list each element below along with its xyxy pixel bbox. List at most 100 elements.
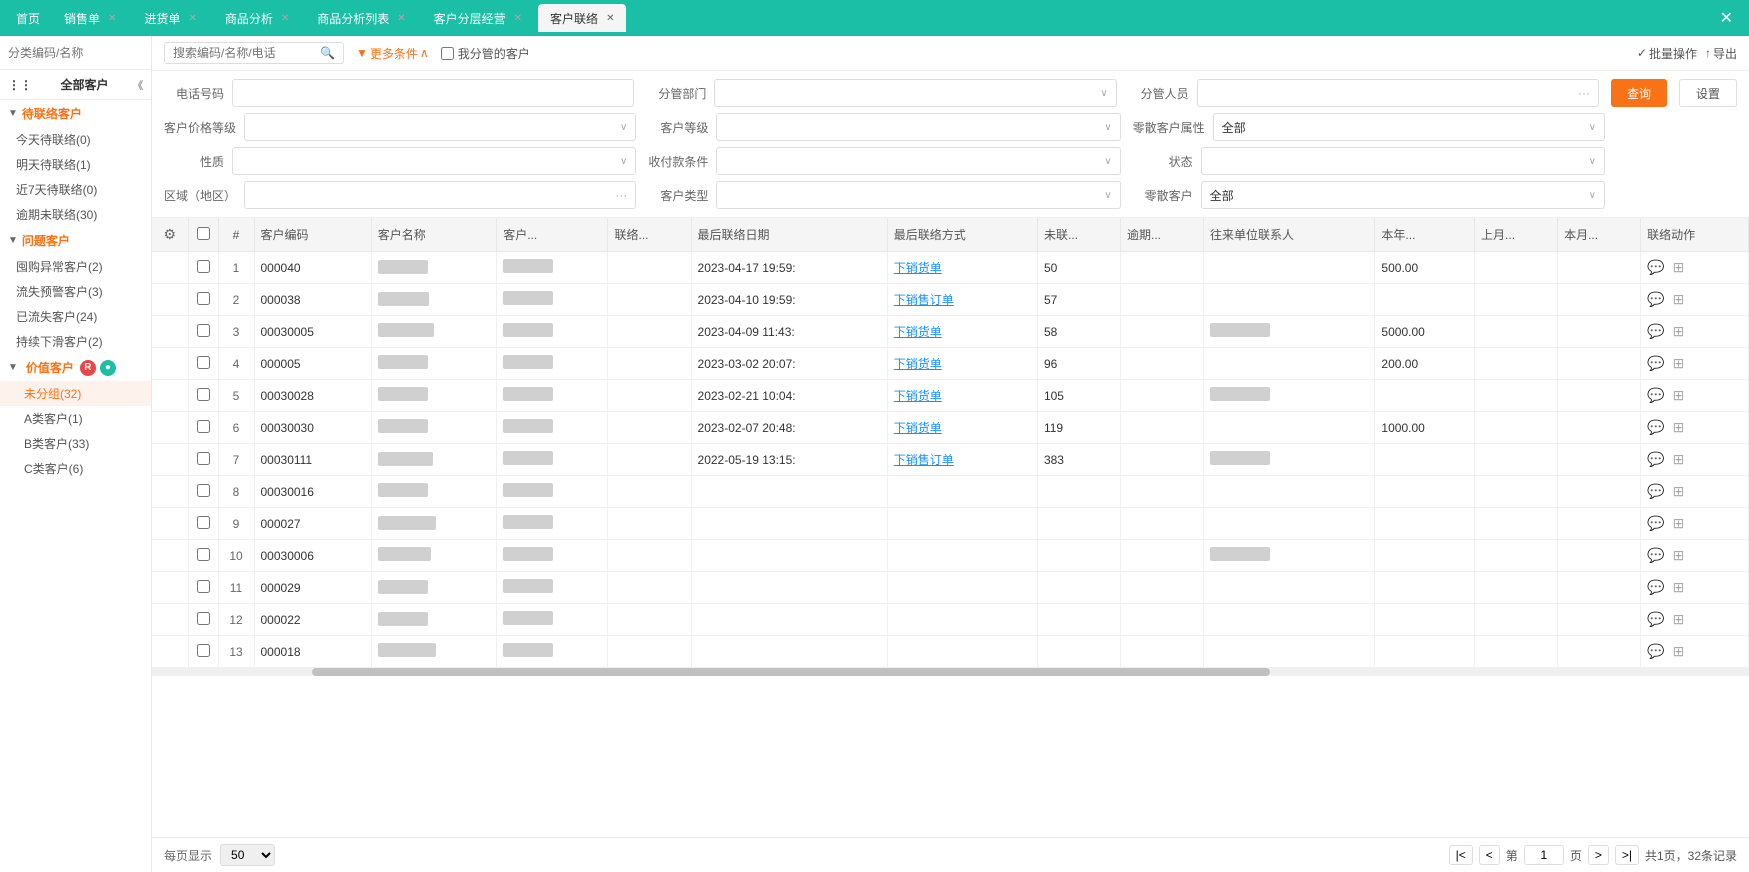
row-checkbox[interactable] (188, 284, 218, 316)
scattered-attr-select[interactable]: 全部 ∨ (1213, 113, 1605, 141)
row-checkbox[interactable] (188, 316, 218, 348)
sidebar-item-ungrouped[interactable]: 未分组(32) (0, 381, 151, 406)
phone-input[interactable] (232, 79, 634, 107)
sidebar-item-lost[interactable]: 已流失客户(24) (0, 304, 151, 329)
person-select[interactable]: ··· (1197, 79, 1599, 107)
sidebar-item-class-c[interactable]: C类客户(6) (0, 456, 151, 481)
my-customers-check[interactable] (441, 47, 454, 60)
row-checkbox[interactable] (188, 412, 218, 444)
grid-action-icon[interactable]: ⊞ (1673, 483, 1685, 500)
row-last-contact-method[interactable] (887, 604, 1037, 636)
close-contact-tab[interactable]: ✕ (606, 13, 614, 24)
tab-customer-contact[interactable]: 客户联络 ✕ (538, 4, 626, 32)
row-select-checkbox[interactable] (197, 612, 210, 625)
row-select-checkbox[interactable] (197, 452, 210, 465)
grid-action-icon[interactable]: ⊞ (1673, 611, 1685, 628)
row-select-checkbox[interactable] (197, 484, 210, 497)
row-last-contact-method[interactable]: 下销货单 (887, 412, 1037, 444)
th-last-contact-method[interactable]: 最后联络方式 (887, 218, 1037, 252)
tab-product-list[interactable]: 商品分析列表 ✕ (305, 4, 417, 32)
sidebar-item-overdue[interactable]: 逾期未联络(30) (0, 202, 151, 227)
sidebar-group-pending[interactable]: ▼ 待联络客户 (0, 100, 151, 127)
sidebar-item-7days[interactable]: 近7天待联络(0) (0, 177, 151, 202)
prev-page-button[interactable]: < (1479, 845, 1500, 865)
grid-action-icon[interactable]: ⊞ (1673, 643, 1685, 660)
chat-icon[interactable]: 💬 (1647, 419, 1664, 436)
row-last-contact-method[interactable] (887, 636, 1037, 668)
customer-level-select[interactable]: ∨ (716, 113, 1120, 141)
chat-icon[interactable]: 💬 (1647, 579, 1664, 596)
row-last-contact-method[interactable] (887, 476, 1037, 508)
chat-icon[interactable]: 💬 (1647, 643, 1664, 660)
row-select-checkbox[interactable] (197, 260, 210, 273)
row-select-checkbox[interactable] (197, 644, 210, 657)
th-this-year[interactable]: 本年... (1375, 218, 1475, 252)
query-button[interactable]: 查询 (1611, 79, 1667, 107)
row-select-checkbox[interactable] (197, 516, 210, 529)
page-number-input[interactable] (1524, 845, 1564, 865)
row-last-contact-method[interactable]: 下销售订单 (887, 444, 1037, 476)
price-level-select[interactable]: ∨ (244, 113, 636, 141)
row-checkbox[interactable] (188, 508, 218, 540)
grid-action-icon[interactable]: ⊞ (1673, 419, 1685, 436)
row-last-contact-method[interactable]: 下销货单 (887, 252, 1037, 284)
row-last-contact-method[interactable] (887, 540, 1037, 572)
th-customer-name[interactable]: 客户名称 (371, 218, 496, 252)
row-checkbox[interactable] (188, 476, 218, 508)
nature-select[interactable]: ∨ (232, 147, 636, 175)
grid-action-icon[interactable]: ⊞ (1673, 355, 1685, 372)
row-last-contact-method[interactable]: 下销货单 (887, 380, 1037, 412)
close-product-list-tab[interactable]: ✕ (397, 13, 405, 24)
first-page-button[interactable]: |< (1449, 845, 1473, 865)
sidebar-group-value[interactable]: ▼ 价值客户 R ● (0, 354, 151, 381)
row-select-checkbox[interactable] (197, 580, 210, 593)
grid-action-icon[interactable]: ⊞ (1673, 515, 1685, 532)
grid-action-icon[interactable]: ⊞ (1673, 387, 1685, 404)
grid-action-icon[interactable]: ⊞ (1673, 291, 1685, 308)
chat-icon[interactable]: 💬 (1647, 483, 1664, 500)
tab-purchase[interactable]: 进货单 ✕ (132, 4, 208, 32)
chat-icon[interactable]: 💬 (1647, 291, 1664, 308)
th-no-contact-days[interactable]: 未联... (1037, 218, 1120, 252)
sidebar-item-today[interactable]: 今天待联络(0) (0, 127, 151, 152)
th-last-contact-date[interactable]: 最后联络日期 (691, 218, 887, 252)
customer-type-select[interactable]: ∨ (716, 181, 1120, 209)
row-checkbox[interactable] (188, 604, 218, 636)
th-this-month[interactable]: 本月... (1558, 218, 1641, 252)
horizontal-scrollbar[interactable] (152, 668, 1749, 676)
row-checkbox[interactable] (188, 444, 218, 476)
th-contact[interactable]: 联络... (608, 218, 691, 252)
batch-operation-button[interactable]: ✓ 批量操作 (1637, 45, 1697, 62)
row-last-contact-method[interactable]: 下销货单 (887, 316, 1037, 348)
row-checkbox[interactable] (188, 252, 218, 284)
row-select-checkbox[interactable] (197, 324, 210, 337)
next-page-button[interactable]: > (1588, 845, 1609, 865)
chat-icon[interactable]: 💬 (1647, 547, 1664, 564)
row-last-contact-method[interactable]: 下销货单 (887, 348, 1037, 380)
grid-action-icon[interactable]: ⊞ (1673, 547, 1685, 564)
grid-action-icon[interactable]: ⊞ (1673, 323, 1685, 340)
filter-search-input[interactable] (173, 46, 316, 60)
reset-button[interactable]: 设置 (1679, 79, 1737, 107)
row-last-contact-method[interactable]: 下销售订单 (887, 284, 1037, 316)
sidebar-item-class-a[interactable]: A类客户(1) (0, 406, 151, 431)
dept-select[interactable]: ∨ (714, 79, 1116, 107)
th-last-month[interactable]: 上月... (1475, 218, 1558, 252)
row-checkbox[interactable] (188, 380, 218, 412)
row-select-checkbox[interactable] (197, 356, 210, 369)
row-checkbox[interactable] (188, 540, 218, 572)
row-checkbox[interactable] (188, 572, 218, 604)
chat-icon[interactable]: 💬 (1647, 387, 1664, 404)
chat-icon[interactable]: 💬 (1647, 515, 1664, 532)
my-customers-checkbox[interactable]: 我分管的客户 (441, 45, 530, 62)
tab-sales[interactable]: 销售单 ✕ (52, 4, 128, 32)
th-overdue[interactable]: 逾期... (1121, 218, 1204, 252)
payment-terms-select[interactable]: ∨ (716, 147, 1120, 175)
tab-customer-tier[interactable]: 客户分层经营 ✕ (422, 4, 534, 32)
th-company-contact[interactable]: 往来单位联系人 (1204, 218, 1375, 252)
grid-action-icon[interactable]: ⊞ (1673, 579, 1685, 596)
sidebar-item-tomorrow[interactable]: 明天待联络(1) (0, 152, 151, 177)
status-select[interactable]: ∨ (1201, 147, 1605, 175)
home-tab[interactable]: 首页 (8, 10, 48, 27)
th-customer-code[interactable]: 客户编码 (254, 218, 371, 252)
